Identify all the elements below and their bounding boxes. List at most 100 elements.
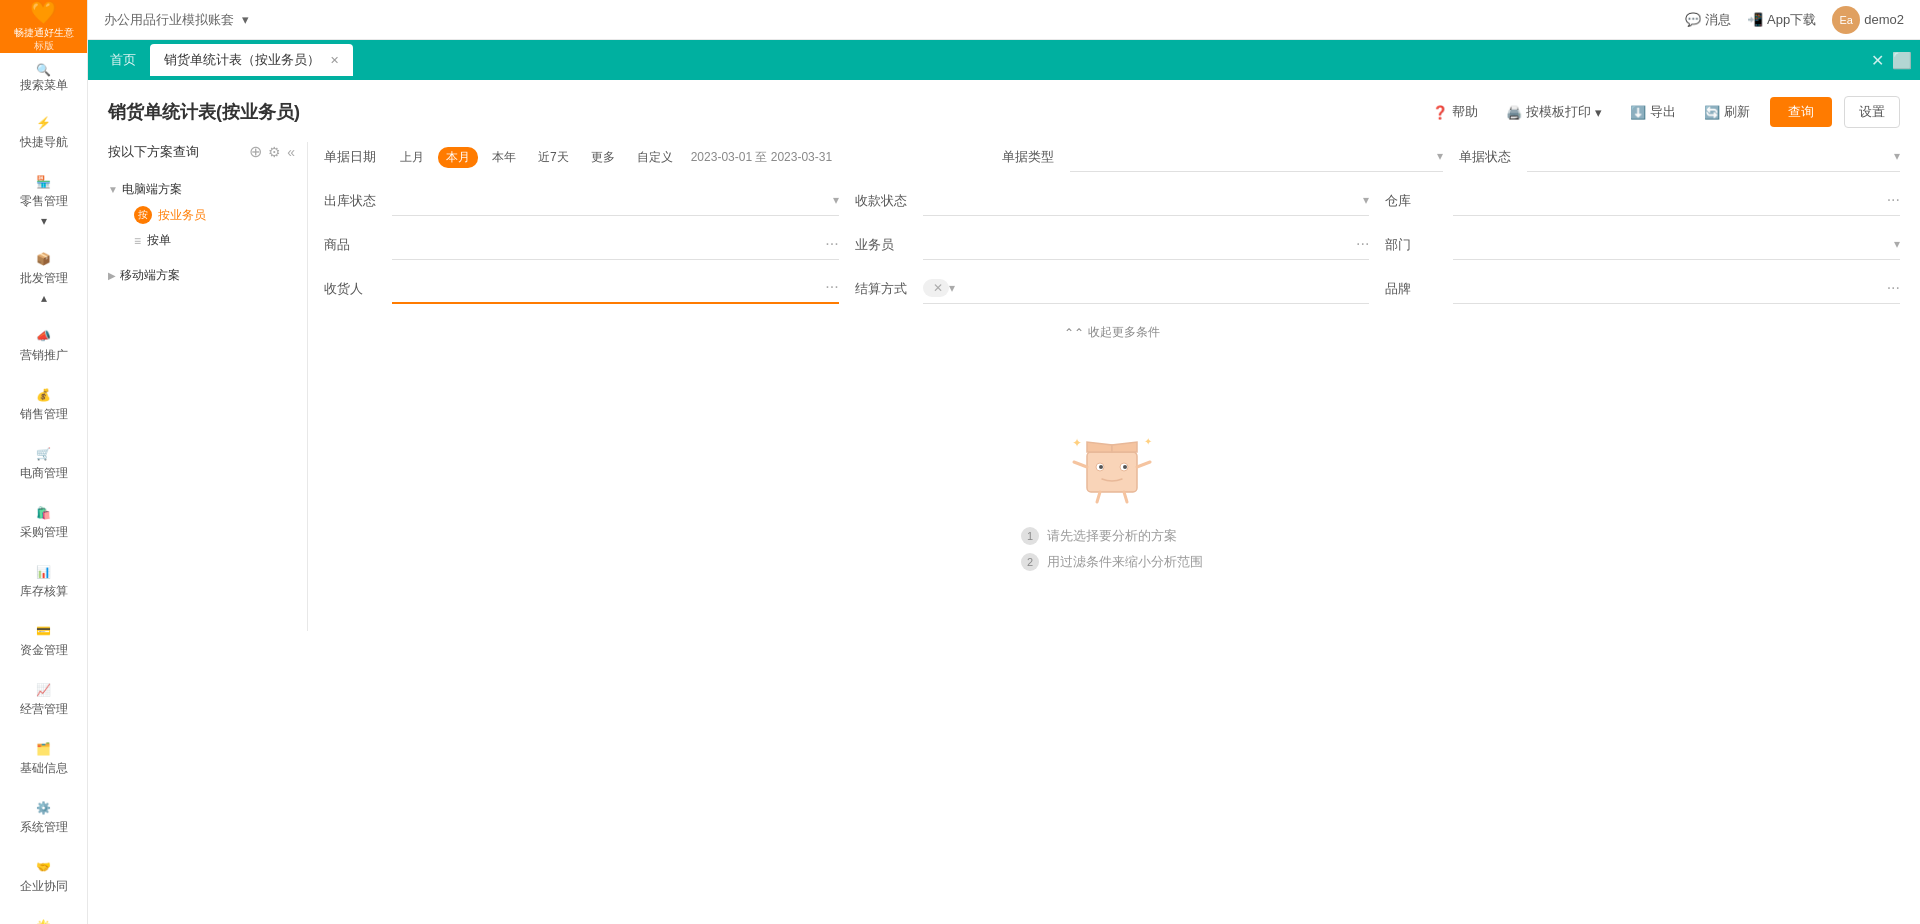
sidebar-item-newuser[interactable]: 🌟 新手引导 [0, 907, 87, 924]
header-actions: 💬 消息 📲 App下载 Ea demo2 [1685, 6, 1904, 34]
message-icon: 💬 [1685, 12, 1701, 27]
settings-scheme-icon[interactable]: ⚙ [268, 144, 281, 160]
salesperson-field[interactable]: ··· [923, 230, 1370, 260]
sidebar-item-inventory[interactable]: 📊 库存核算 [0, 553, 87, 612]
sidebar-item-retail[interactable]: 🏪 零售管理 ▾ [0, 163, 87, 240]
template-print-button[interactable]: 🖨️ 按模板打印 ▾ [1498, 99, 1610, 125]
settlement-field[interactable]: ✕ ▾ [923, 274, 1370, 304]
sidebar-item-system[interactable]: ⚙️ 系统管理 [0, 789, 87, 848]
department-input[interactable] [1453, 236, 1894, 251]
left-panel: 按以下方案查询 ⊕ ⚙ « ▼ 电脑端方案 [108, 142, 308, 631]
settings-button[interactable]: 设置 [1844, 96, 1900, 128]
brand-dots-icon[interactable]: ··· [1887, 279, 1900, 297]
sidebar-item-ecommerce[interactable]: 🛒 电商管理 [0, 435, 87, 494]
date-btn-more[interactable]: 更多 [583, 147, 623, 168]
brand-label: 品牌 [1385, 280, 1445, 298]
sidebar-item-wholesale[interactable]: 📦 批发管理 ▴ [0, 240, 87, 317]
search-menu-item[interactable]: 🔍 搜索菜单 [0, 53, 87, 104]
empty-tip-1: 1 请先选择要分析的方案 [1021, 527, 1203, 545]
newuser-icon: 🌟 [36, 919, 51, 924]
date-btn-this-year[interactable]: 本年 [484, 147, 524, 168]
sidebar-item-marketing[interactable]: 📣 营销推广 [0, 317, 87, 376]
sidebar-item-operation[interactable]: 📈 经营管理 [0, 671, 87, 730]
refresh-button[interactable]: 🔄 刷新 [1696, 99, 1758, 125]
doc-status-arrow-icon: ▾ [1894, 149, 1900, 163]
desktop-scheme-items: 按 按业务员 ≡ 按单 [128, 202, 295, 253]
date-btn-last-month[interactable]: 上月 [392, 147, 432, 168]
collapse-filters-bar[interactable]: ⌃⌃ 收起更多条件 [324, 318, 1900, 347]
sidebar-item-purchase[interactable]: 🛍️ 采购管理 [0, 494, 87, 553]
mobile-scheme-title[interactable]: ▶ 移动端方案 [108, 263, 295, 288]
collapse-panel-icon[interactable]: « [287, 144, 295, 160]
stock-status-field[interactable]: ▾ [392, 186, 839, 216]
doc-status-input[interactable] [1527, 148, 1894, 163]
left-panel-actions: ⊕ ⚙ « [249, 142, 295, 161]
stock-status-input[interactable] [392, 192, 833, 207]
svg-point-4 [1123, 465, 1127, 469]
salesperson-input[interactable] [923, 236, 1356, 251]
date-btn-custom[interactable]: 自定义 [629, 147, 681, 168]
payment-status-field[interactable]: ▾ [923, 186, 1370, 216]
department-field[interactable]: ▾ [1453, 230, 1900, 260]
user-profile[interactable]: Ea demo2 [1832, 6, 1904, 34]
product-field[interactable]: ··· [392, 230, 839, 260]
doc-status-field[interactable]: ▾ [1527, 142, 1900, 172]
warehouse-input[interactable] [1453, 192, 1886, 207]
sidebar-item-finance[interactable]: 💳 资金管理 [0, 612, 87, 671]
maximize-window-icon[interactable]: ⬜ [1892, 51, 1912, 70]
close-window-icon[interactable]: ✕ [1871, 51, 1884, 70]
export-button[interactable]: ⬇️ 导出 [1622, 99, 1684, 125]
sidebar-item-quicknav[interactable]: ⚡ 快捷导航 [0, 104, 87, 163]
tab-sales-report[interactable]: 销货单统计表（按业务员） ✕ [150, 44, 353, 76]
filter-recipient: 收货人 ··· [324, 274, 839, 304]
workspace-selector[interactable]: 办公用品行业模拟账套 ▾ [104, 11, 249, 29]
app-download-button[interactable]: 📲 App下载 [1747, 11, 1816, 29]
message-button[interactable]: 💬 消息 [1685, 11, 1731, 29]
scheme-item-by-salesperson[interactable]: 按 按业务员 [128, 202, 295, 228]
stock-status-label: 出库状态 [324, 192, 384, 210]
salesperson-dots-icon[interactable]: ··· [1356, 235, 1369, 253]
date-btn-this-month[interactable]: 本月 [438, 147, 478, 168]
product-dots-icon[interactable]: ··· [825, 235, 838, 253]
empty-tips: 1 请先选择要分析的方案 2 用过滤条件来缩小分析范围 [1021, 527, 1203, 571]
triangle-right-icon: ▶ [108, 270, 116, 281]
filter-salesperson: 业务员 ··· [855, 230, 1370, 260]
empty-tip-2: 2 用过滤条件来缩小分析范围 [1021, 553, 1203, 571]
product-input[interactable] [392, 236, 825, 251]
tab-home[interactable]: 首页 [96, 44, 150, 76]
collapse-label: 收起更多条件 [1088, 324, 1160, 341]
doc-type-input[interactable] [1070, 148, 1437, 163]
sidebar-item-sales[interactable]: 💰 销售管理 [0, 376, 87, 435]
scheme-item-by-order[interactable]: ≡ 按单 [128, 228, 295, 253]
svg-line-7 [1097, 492, 1100, 502]
brand-field[interactable]: ··· [1453, 274, 1900, 304]
add-scheme-icon[interactable]: ⊕ [249, 142, 262, 161]
sidebar-item-base[interactable]: 🗂️ 基础信息 [0, 730, 87, 789]
logo-subtext: 标版 [34, 39, 54, 53]
warehouse-field[interactable]: ··· [1453, 186, 1900, 216]
filter-date: 单据日期 上月 本月 本年 近7天 更多 自定义 2023-03-01 至 20… [324, 147, 986, 168]
department-arrow-icon: ▾ [1894, 237, 1900, 251]
payment-status-input[interactable] [923, 192, 1364, 207]
doc-type-field[interactable]: ▾ [1070, 142, 1443, 172]
print-dropdown-icon: ▾ [1595, 105, 1602, 120]
desktop-scheme-title[interactable]: ▼ 电脑端方案 [108, 177, 295, 202]
marketing-icon: 📣 [36, 329, 51, 343]
recipient-field[interactable]: ··· [392, 274, 839, 304]
svg-point-3 [1099, 465, 1103, 469]
help-button[interactable]: ❓ 帮助 [1424, 99, 1486, 125]
brand-input[interactable] [1453, 280, 1886, 295]
recipient-input[interactable] [392, 280, 825, 295]
close-tab-icon[interactable]: ✕ [330, 54, 339, 67]
sidebar-item-enterprise[interactable]: 🤝 企业协同 [0, 848, 87, 907]
recipient-dots-icon[interactable]: ··· [825, 278, 838, 296]
scheme-group-mobile: ▶ 移动端方案 [108, 263, 295, 288]
svg-text:✦: ✦ [1144, 436, 1152, 447]
filter-row-1: 单据日期 上月 本月 本年 近7天 更多 自定义 2023-03-01 至 20… [324, 142, 1900, 172]
settlement-tag: ✕ [923, 279, 949, 297]
date-btn-7days[interactable]: 近7天 [530, 147, 577, 168]
query-button[interactable]: 查询 [1770, 97, 1832, 127]
warehouse-dots-icon[interactable]: ··· [1887, 191, 1900, 209]
settlement-tag-remove[interactable]: ✕ [933, 281, 943, 295]
filter-row-3: 商品 ··· 业务员 ··· [324, 230, 1900, 260]
